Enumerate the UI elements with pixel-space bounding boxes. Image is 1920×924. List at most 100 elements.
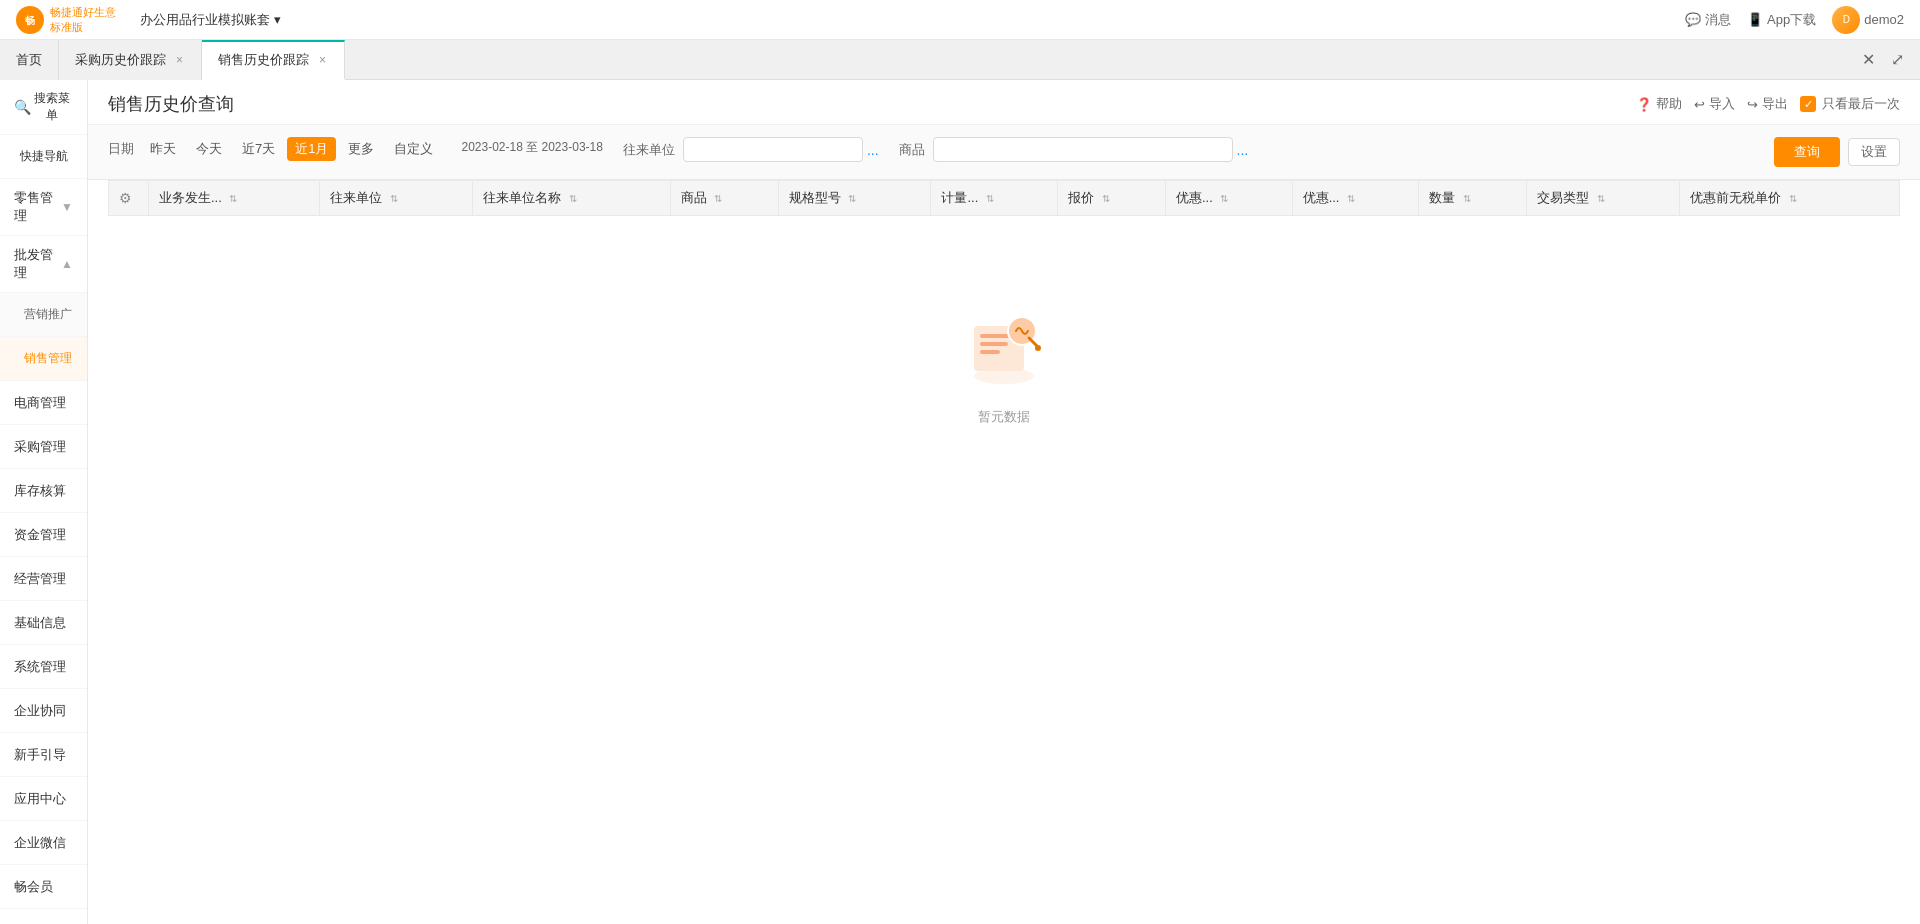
expand-button[interactable]: ⤢ [1887,46,1908,73]
date-filter-group: 日期 昨天 今天 近7天 近1月 更多 自定义 [108,137,441,161]
import-button[interactable]: ↩ 导入 [1694,95,1735,113]
export-icon: ↪ [1747,97,1758,112]
sort-icon: ⇅ [1597,193,1605,204]
logo-area: 畅 畅捷通好生意 标准版 [16,5,116,34]
date-opt-yesterday[interactable]: 昨天 [142,137,184,161]
svg-point-8 [1035,345,1041,351]
date-opt-more[interactable]: 更多 [340,137,382,161]
wholesale-sub-menu: 营销推广 销售管理 [0,293,87,381]
sort-icon: ⇅ [714,193,722,204]
close-purchase-tab-button[interactable]: × [174,51,185,69]
help-button[interactable]: ❓ 帮助 [1636,95,1682,113]
partner-input[interactable] [683,137,863,162]
export-button[interactable]: ↪ 导出 [1747,95,1788,113]
table-col-unit[interactable]: 计量... ⇅ [931,181,1058,216]
sort-icon: ⇅ [229,193,237,204]
sort-icon: ⇅ [1220,193,1228,204]
logo-icon: 畅 [16,6,44,34]
sidebar-item-guide[interactable]: 新手引导 [0,733,87,777]
sidebar-item-sales-mgmt[interactable]: 销售管理 [0,337,87,381]
table-col-biz-date[interactable]: 业务发生... ⇅ [149,181,320,216]
sidebar-item-retail-mgmt[interactable]: 零售管理 ▼ [0,179,87,236]
sidebar-item-ops-mgmt[interactable]: 经营管理 [0,557,87,601]
sort-icon: ⇅ [390,193,398,204]
sidebar-item-inventory[interactable]: 库存核算 [0,469,87,513]
tab-bar-actions: ✕ ⤢ [1858,46,1920,73]
settings-icon[interactable]: ⚙ [119,190,132,206]
sidebar-item-wholesale-mgmt[interactable]: 批发管理 ▲ [0,236,87,293]
sidebar: 🔍 搜索菜单 快捷导航 零售管理 ▼ 批发管理 ▲ 营销推广 销售管理 电商管理… [0,80,88,924]
chevron-down-icon: ▼ [61,200,73,214]
download-icon: 📱 [1747,12,1763,27]
date-options: 昨天 今天 近7天 近1月 更多 自定义 [142,137,441,161]
table-col-product[interactable]: 商品 ⇅ [670,181,778,216]
filter-actions: 查询 设置 [1774,137,1900,167]
partner-input-wrap: ... [683,137,879,162]
page-title: 销售历史价查询 [108,92,234,116]
close-all-tabs-button[interactable]: ✕ [1858,46,1879,73]
show-last-once-label[interactable]: ✓ 只看最后一次 [1800,95,1900,113]
settings-button[interactable]: 设置 [1848,138,1900,166]
top-bar-left: 畅 畅捷通好生意 标准版 办公用品行业模拟账套 ▾ [16,5,281,34]
sort-icon: ⇅ [1102,193,1110,204]
svg-rect-5 [980,342,1008,346]
table-col-quantity[interactable]: 数量 ⇅ [1419,181,1527,216]
app-selector[interactable]: 办公用品行业模拟账套 ▾ [140,11,281,29]
table-col-spec[interactable]: 规格型号 ⇅ [778,181,931,216]
date-opt-last1m[interactable]: 近1月 [287,137,336,161]
query-button[interactable]: 查询 [1774,137,1840,167]
empty-icon [954,296,1054,396]
app-download-button[interactable]: 📱 App下载 [1747,11,1816,29]
sidebar-item-wechat[interactable]: 企业微信 [0,821,87,865]
tab-home[interactable]: 首页 [0,40,59,80]
sidebar-item-marketing[interactable]: 营销推广 [0,293,87,337]
partner-dots-button[interactable]: ... [867,142,879,158]
table-col-discount2[interactable]: 优惠... ⇅ [1292,181,1419,216]
table-col-discount1[interactable]: 优惠... ⇅ [1166,181,1293,216]
table-col-quoted-price[interactable]: 报价 ⇅ [1058,181,1166,216]
top-bar-right: 💬 消息 📱 App下载 D demo2 [1685,6,1904,34]
table-header-row: ⚙ 业务发生... ⇅ 往来单位 ⇅ 往来单位名称 ⇅ [109,181,1900,216]
table-col-pretax-price[interactable]: 优惠前无税单价 ⇅ [1679,181,1899,216]
sidebar-item-basic-info[interactable]: 基础信息 [0,601,87,645]
sidebar-item-quick-nav[interactable]: 快捷导航 [0,135,87,179]
product-filter-label: 商品 [899,141,925,159]
tab-sales-history[interactable]: 销售历史价跟踪 × [202,40,345,80]
sidebar-item-ecom-mgmt[interactable]: 电商管理 [0,381,87,425]
sort-icon: ⇅ [569,193,577,204]
date-opt-last7[interactable]: 近7天 [234,137,283,161]
sort-icon: ⇅ [1347,193,1355,204]
table-col-partner-name[interactable]: 往来单位名称 ⇅ [473,181,671,216]
product-dots-button[interactable]: ... [1237,142,1249,158]
tab-bar: 首页 采购历史价跟踪 × 销售历史价跟踪 × ✕ ⤢ [0,40,1920,80]
import-icon: ↩ [1694,97,1705,112]
sidebar-item-finance-mgmt[interactable]: 资金管理 [0,513,87,557]
table-header: ⚙ 业务发生... ⇅ 往来单位 ⇅ 往来单位名称 ⇅ [109,181,1900,216]
sidebar-item-purchase-mgmt[interactable]: 采购管理 [0,425,87,469]
sidebar-item-app-center[interactable]: 应用中心 [0,777,87,821]
sidebar-item-sys-mgmt[interactable]: 系统管理 [0,645,87,689]
sort-icon: ⇅ [1463,193,1471,204]
svg-text:畅: 畅 [25,15,35,26]
tab-purchase-history[interactable]: 采购历史价跟踪 × [59,40,202,80]
date-opt-today[interactable]: 今天 [188,137,230,161]
product-input[interactable] [933,137,1233,162]
table-col-partner-code[interactable]: 往来单位 ⇅ [320,181,473,216]
partner-filter-group: 往来单位 ... [623,137,879,162]
show-last-checkbox[interactable]: ✓ [1800,96,1816,112]
user-avatar[interactable]: D demo2 [1832,6,1904,34]
top-bar: 畅 畅捷通好生意 标准版 办公用品行业模拟账套 ▾ 💬 消息 📱 App下载 D… [0,0,1920,40]
table-col-trade-type[interactable]: 交易类型 ⇅ [1527,181,1680,216]
sidebar-item-search-menu[interactable]: 🔍 搜索菜单 [0,80,87,135]
chevron-down-icon: ▾ [274,12,281,27]
search-icon: 🔍 [14,99,31,115]
sidebar-item-enterprise[interactable]: 企业协同 [0,689,87,733]
close-sales-tab-button[interactable]: × [317,51,328,69]
chevron-up-icon: ▲ [61,257,73,271]
filter-bar: 日期 昨天 今天 近7天 近1月 更多 自定义 2023-02-18 至 202… [88,125,1920,180]
sidebar-item-member[interactable]: 畅会员 [0,865,87,909]
empty-text: 暂元数据 [978,408,1030,426]
date-opt-custom[interactable]: 自定义 [386,137,441,161]
date-filter-label: 日期 [108,140,134,158]
message-button[interactable]: 💬 消息 [1685,11,1731,29]
